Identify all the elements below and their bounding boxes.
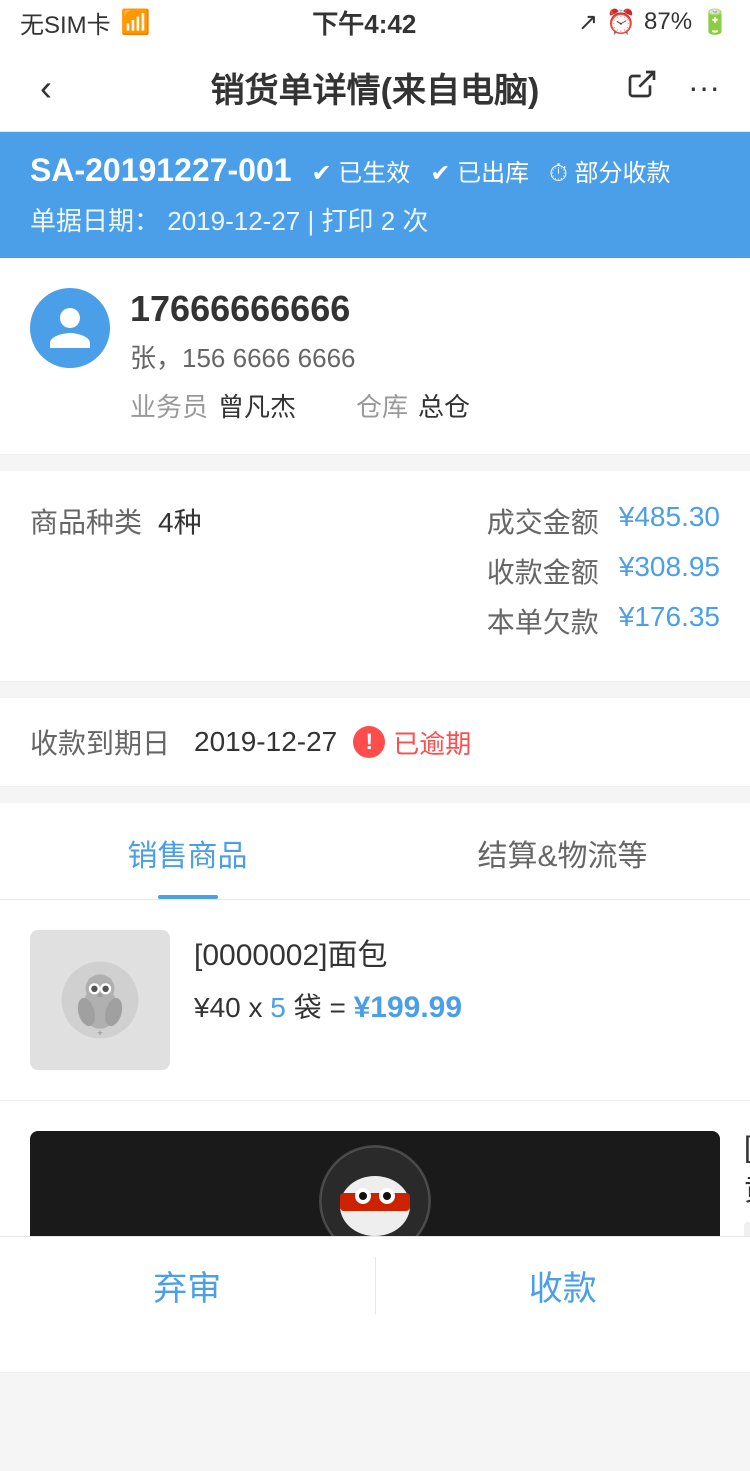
- order-id: SA-20191227-001: [30, 152, 292, 189]
- order-date-row: 单据日期： 2019-12-27 | 打印 2 次: [30, 201, 720, 238]
- list-item: + [0000002]面包 ¥40 x 5 袋 = ¥199.99: [0, 900, 750, 1101]
- order-print-label: 打印: [321, 206, 373, 236]
- product-quantity-1: 5: [270, 992, 286, 1023]
- battery-text: 87%: [644, 8, 692, 36]
- customer-name-phone: 张，156 6666 6666: [130, 338, 720, 375]
- location-icon: ↗: [578, 8, 598, 37]
- product-equals-1: =: [329, 992, 353, 1023]
- status-time: 下午4:42: [312, 4, 416, 41]
- owed-amount-row: 本单欠款 ¥176.35: [487, 601, 720, 641]
- order-header-top: SA-20191227-001 ✔ 已生效 ✔ 已出库 ⏱ 部分收款: [30, 152, 720, 189]
- summary-left: 商品种类 4种: [30, 501, 202, 549]
- avatar: [30, 288, 110, 368]
- back-button[interactable]: ‹: [30, 57, 62, 119]
- product-price-1: ¥40 x 5 袋 = ¥199.99: [194, 986, 720, 1026]
- tab-products[interactable]: 销售商品: [0, 803, 375, 899]
- due-section: 收款到期日 2019-12-27 ! 已逾期: [0, 698, 750, 787]
- order-print-unit: 次: [402, 206, 428, 236]
- order-print-separator: |: [307, 206, 321, 236]
- owed-amount-value: ¥176.35: [619, 601, 720, 641]
- sales-value: 曾凡杰: [218, 387, 296, 424]
- overdue-text: 已逾期: [393, 724, 471, 761]
- nav-bar: ‹ 销货单详情(来自电脑) ···: [0, 44, 750, 132]
- product-type-count: 4种: [158, 501, 202, 541]
- payment-button[interactable]: 收款: [376, 1237, 750, 1334]
- bottom-bar: 弃审 收款: [0, 1236, 750, 1334]
- received-amount-row: 收款金额 ¥308.95: [487, 551, 720, 591]
- received-amount-value: ¥308.95: [619, 551, 720, 591]
- product-total-1: ¥199.99: [354, 991, 462, 1024]
- wifi-icon: 📶: [121, 8, 151, 37]
- share-icon[interactable]: [626, 68, 658, 108]
- customer-info: 17666666666 张，156 6666 6666 业务员 曾凡杰 仓库 总…: [130, 288, 720, 424]
- status-bar: 无SIM卡 📶 下午4:42 ↗ ⏰ 87% 🔋: [0, 0, 750, 44]
- tabs: 销售商品 结算&物流等: [0, 803, 750, 899]
- overdue-badge: ! 已逾期: [353, 724, 471, 761]
- order-header: SA-20191227-001 ✔ 已生效 ✔ 已出库 ⏱ 部分收款 单据日期：…: [0, 132, 750, 258]
- tab-settlement[interactable]: 结算&物流等: [375, 803, 750, 899]
- battery-icon: 🔋: [700, 8, 730, 37]
- user-icon: [45, 303, 95, 353]
- badge-partial-payment: ⏱ 部分收款: [549, 153, 670, 188]
- sales-meta: 业务员 曾凡杰: [130, 387, 296, 424]
- summary-row: 商品种类 4种 成交金额 ¥485.30 收款金额 ¥308.95 本单欠款 ¥…: [30, 501, 720, 651]
- status-left: 无SIM卡 📶: [20, 5, 151, 40]
- sales-label: 业务员: [130, 387, 208, 424]
- product-multiply-1: x: [249, 992, 271, 1023]
- badge-effective: ✔ 已生效: [312, 153, 411, 188]
- svg-text:+: +: [97, 1028, 103, 1039]
- product-name-2: [000400001]黄油曲奇: [744, 1131, 750, 1209]
- deal-amount-value: ¥485.30: [619, 501, 720, 541]
- owl-icon: +: [30, 930, 170, 1070]
- carrier-text: 无SIM卡: [20, 5, 111, 40]
- customer-id: 17666666666: [130, 288, 720, 330]
- product-thumbnail-1: +: [30, 930, 170, 1070]
- summary-section: 商品种类 4种 成交金额 ¥485.30 收款金额 ¥308.95 本单欠款 ¥…: [0, 471, 750, 682]
- product-base-price-1: ¥40: [194, 992, 241, 1023]
- badge-outbound: ✔ 已出库: [430, 153, 529, 188]
- product-info-1: [0000002]面包 ¥40 x 5 袋 = ¥199.99: [194, 930, 720, 1026]
- product-name-1: [0000002]面包: [194, 930, 720, 974]
- due-date-value: 2019-12-27: [194, 726, 337, 758]
- due-label: 收款到期日: [30, 722, 170, 762]
- customer-meta: 业务员 曾凡杰 仓库 总仓: [130, 387, 720, 424]
- product-type-label: 商品种类: [30, 501, 142, 541]
- deal-amount-label: 成交金额: [487, 501, 599, 541]
- more-icon[interactable]: ···: [688, 69, 720, 106]
- product-unit-1: 袋: [294, 992, 322, 1023]
- product-type-item: 商品种类 4种: [30, 501, 202, 541]
- warehouse-label: 仓库: [356, 387, 408, 424]
- summary-right: 成交金额 ¥485.30 收款金额 ¥308.95 本单欠款 ¥176.35: [487, 501, 720, 651]
- order-print-count: 2: [381, 206, 395, 236]
- nav-actions: ···: [626, 68, 720, 108]
- order-date-label: 单据日期：: [30, 206, 160, 236]
- tabs-section: 销售商品 结算&物流等: [0, 803, 750, 900]
- warehouse-meta: 仓库 总仓: [356, 387, 470, 424]
- page-title: 销货单详情(来自电脑): [211, 63, 540, 112]
- overdue-icon: !: [353, 726, 385, 758]
- warehouse-value: 总仓: [418, 387, 470, 424]
- owed-label: 本单欠款: [487, 601, 599, 641]
- customer-section: 17666666666 张，156 6666 6666 业务员 曾凡杰 仓库 总…: [0, 258, 750, 455]
- received-label: 收款金额: [487, 551, 599, 591]
- alarm-icon: ⏰: [606, 8, 636, 37]
- order-date-value: 2019-12-27: [167, 206, 300, 236]
- status-right: ↗ ⏰ 87% 🔋: [578, 8, 730, 37]
- deal-amount-row: 成交金额 ¥485.30: [487, 501, 720, 541]
- cancel-button[interactable]: 弃审: [0, 1237, 375, 1334]
